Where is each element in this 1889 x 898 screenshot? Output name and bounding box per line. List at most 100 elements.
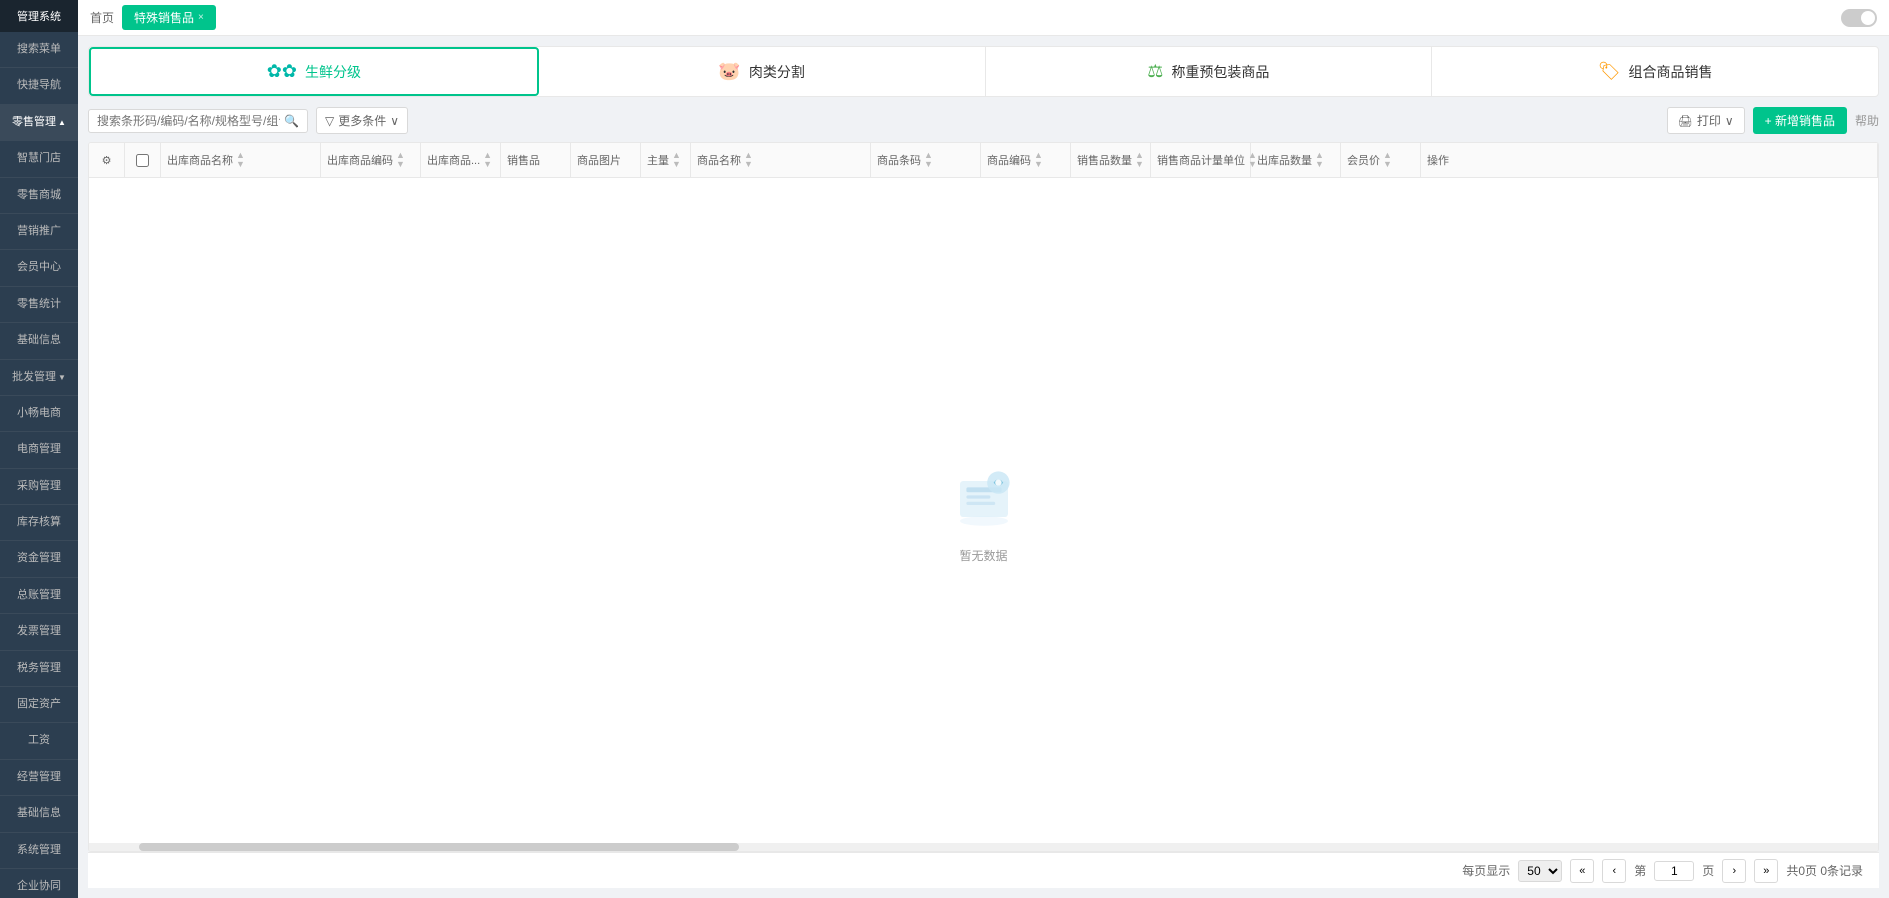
th-out-goods-code: 出库商品编码 ▲▼ [321, 143, 421, 177]
sort-out-goods-code[interactable]: ▲▼ [396, 151, 405, 169]
sidebar-item-mini-store[interactable]: 小畅电商 [0, 396, 78, 432]
sort-out-qty[interactable]: ▲▼ [1315, 151, 1324, 169]
category-tab-combo[interactable]: 🏷 组合商品销售 [1432, 47, 1878, 96]
search-box: 🔍 [88, 109, 308, 133]
content-area: ✿✿ 生鲜分级 🐷 肉类分割 ⚖ 称重预包装商品 🏷 组合商品销售 🔍 [78, 36, 1889, 898]
category-tab-fresh-grade[interactable]: ✿✿ 生鲜分级 [89, 47, 539, 96]
topbar: 首页 特殊销售品 × [78, 0, 1889, 36]
topbar-home-link[interactable]: 首页 [90, 9, 114, 26]
th-sale-qty: 销售品数量 ▲▼ [1071, 143, 1151, 177]
page-suffix-label: 页 [1702, 862, 1714, 879]
sidebar-item-smart-store[interactable]: 智慧门店 [0, 141, 78, 177]
sidebar-item-retail-mall[interactable]: 零售商城 [0, 178, 78, 214]
topbar-right [1841, 9, 1877, 27]
wholesale-arrow: ▼ [58, 372, 66, 383]
sidebar-item-marketing[interactable]: 营销推广 [0, 214, 78, 250]
sidebar-item-members[interactable]: 会员中心 [0, 250, 78, 286]
sidebar-item-wholesale-mgmt[interactable]: 批发管理 ▼ [0, 360, 78, 396]
per-page-label: 每页显示 [1462, 862, 1510, 879]
sort-goods-code[interactable]: ▲▼ [1034, 151, 1043, 169]
retail-mgmt-arrow: ▲ [58, 117, 66, 128]
sidebar-logo: 管理系统 [0, 0, 78, 32]
active-tab[interactable]: 特殊销售品 × [122, 5, 216, 30]
print-icon: 🖨 [1678, 114, 1693, 128]
sidebar-item-basic-info2[interactable]: 基础信息 [0, 796, 78, 832]
th-goods-code: 商品编码 ▲▼ [981, 143, 1071, 177]
th-sale-goods: 销售品 [501, 143, 571, 177]
th-out-goods-name: 出库商品名称 ▲▼ [161, 143, 321, 177]
table-header: ⚙ 出库商品名称 ▲▼ 出库商品编码 ▲▼ 出库商品... ▲▼ [89, 143, 1878, 178]
sidebar-item-tax-mgmt[interactable]: 税务管理 [0, 651, 78, 687]
combo-icon: 🏷 [1598, 61, 1621, 82]
sidebar-item-sys-mgmt[interactable]: 系统管理 [0, 833, 78, 869]
page-number-input[interactable] [1654, 861, 1694, 881]
category-tab-meat-cut[interactable]: 🐷 肉类分割 [539, 47, 986, 96]
sort-member-price[interactable]: ▲▼ [1383, 151, 1392, 169]
sidebar-item-search-menu[interactable]: 搜索菜单 [0, 32, 78, 68]
settings-icon: ⚙ [102, 154, 112, 167]
main-content: 首页 特殊销售品 × ✿✿ 生鲜分级 🐷 肉类分割 ⚖ 称重预包装商品 [78, 0, 1889, 898]
category-tab-scale-pack[interactable]: ⚖ 称重预包装商品 [986, 47, 1433, 96]
total-label: 共0页 0条记录 [1786, 862, 1863, 879]
filter-icon: ▽ [325, 114, 334, 128]
sidebar-item-invoice-mgmt[interactable]: 发票管理 [0, 614, 78, 650]
sidebar-item-retail-stats[interactable]: 零售统计 [0, 287, 78, 323]
th-out-goods-x: 出库商品... ▲▼ [421, 143, 501, 177]
empty-state-text: 暂无数据 [959, 547, 1007, 564]
toolbar-right: 🖨 打印 ∨ + 新增销售品 帮助 [1667, 107, 1879, 134]
th-operation: 操作 [1421, 143, 1878, 177]
sidebar-item-ops-mgmt[interactable]: 经营管理 [0, 760, 78, 796]
sort-goods-barcode[interactable]: ▲▼ [924, 151, 933, 169]
table-body: 暂无数据 [89, 178, 1878, 843]
next-page-button[interactable]: › [1722, 859, 1746, 883]
sort-sale-qty[interactable]: ▲▼ [1135, 151, 1144, 169]
th-main-weight: 主量 ▲▼ [641, 143, 691, 177]
th-settings[interactable]: ⚙ [89, 143, 125, 177]
th-goods-barcode: 商品条码 ▲▼ [871, 143, 981, 177]
close-tab-icon[interactable]: × [198, 12, 204, 23]
search-icon[interactable]: 🔍 [284, 114, 299, 128]
scale-pack-icon: ⚖ [1147, 61, 1163, 82]
sidebar-item-salary[interactable]: 工资 [0, 723, 78, 759]
select-all-checkbox[interactable] [136, 154, 149, 167]
sidebar-item-finance[interactable]: 资金管理 [0, 541, 78, 577]
print-button[interactable]: 🖨 打印 ∨ [1667, 107, 1745, 134]
search-input[interactable] [97, 114, 280, 128]
sidebar-item-fixed-assets[interactable]: 固定资产 [0, 687, 78, 723]
sidebar-item-inventory[interactable]: 库存核算 [0, 505, 78, 541]
sort-out-goods-name[interactable]: ▲▼ [236, 151, 245, 169]
th-goods-name: 商品名称 ▲▼ [691, 143, 871, 177]
sidebar-item-ecommerce-mgmt[interactable]: 电商管理 [0, 432, 78, 468]
sort-out-goods-x[interactable]: ▲▼ [483, 151, 492, 169]
toggle-button[interactable] [1841, 9, 1877, 27]
toolbar: 🔍 ▽ 更多条件 ∨ 🖨 打印 ∨ + 新增销售品 帮助 [88, 107, 1879, 134]
table-container: ⚙ 出库商品名称 ▲▼ 出库商品编码 ▲▼ 出库商品... ▲▼ [88, 142, 1879, 852]
per-page-select[interactable]: 50 [1518, 860, 1562, 882]
sidebar-item-purchase-mgmt[interactable]: 采购管理 [0, 469, 78, 505]
first-page-button[interactable]: « [1570, 859, 1594, 883]
sidebar-item-quick-nav[interactable]: 快捷导航 [0, 68, 78, 104]
table-scrollbar-thumb[interactable] [139, 843, 739, 851]
th-check[interactable] [125, 143, 161, 177]
meat-cut-icon: 🐷 [718, 61, 740, 82]
filter-arrow-icon: ∨ [390, 114, 399, 128]
sidebar-item-general-ledger[interactable]: 总账管理 [0, 578, 78, 614]
sidebar-item-enterprise[interactable]: 企业协同 [0, 869, 78, 898]
sort-main-weight[interactable]: ▲▼ [672, 151, 681, 169]
print-arrow-icon: ∨ [1725, 114, 1734, 128]
help-button[interactable]: 帮助 [1855, 112, 1879, 129]
category-tabs: ✿✿ 生鲜分级 🐷 肉类分割 ⚖ 称重预包装商品 🏷 组合商品销售 [88, 46, 1879, 97]
last-page-button[interactable]: » [1754, 859, 1778, 883]
sort-goods-name[interactable]: ▲▼ [744, 151, 753, 169]
th-member-price: 会员价 ▲▼ [1341, 143, 1421, 177]
sidebar-item-retail-mgmt[interactable]: 零售管理 ▲ [0, 105, 78, 141]
filter-button[interactable]: ▽ 更多条件 ∨ [316, 107, 408, 134]
new-sales-item-button[interactable]: + 新增销售品 [1753, 107, 1847, 134]
th-sale-unit: 销售商品计量单位 ▲▼ [1151, 143, 1251, 177]
sidebar: 管理系统 搜索菜单 快捷导航 零售管理 ▲ 智慧门店 零售商城 营销推广 会员中… [0, 0, 78, 898]
sidebar-item-basic-info[interactable]: 基础信息 [0, 323, 78, 359]
toolbar-left: 🔍 ▽ 更多条件 ∨ [88, 107, 408, 134]
table-scrollbar[interactable] [89, 843, 1878, 851]
th-goods-img: 商品图片 [571, 143, 641, 177]
prev-page-button[interactable]: ‹ [1602, 859, 1626, 883]
